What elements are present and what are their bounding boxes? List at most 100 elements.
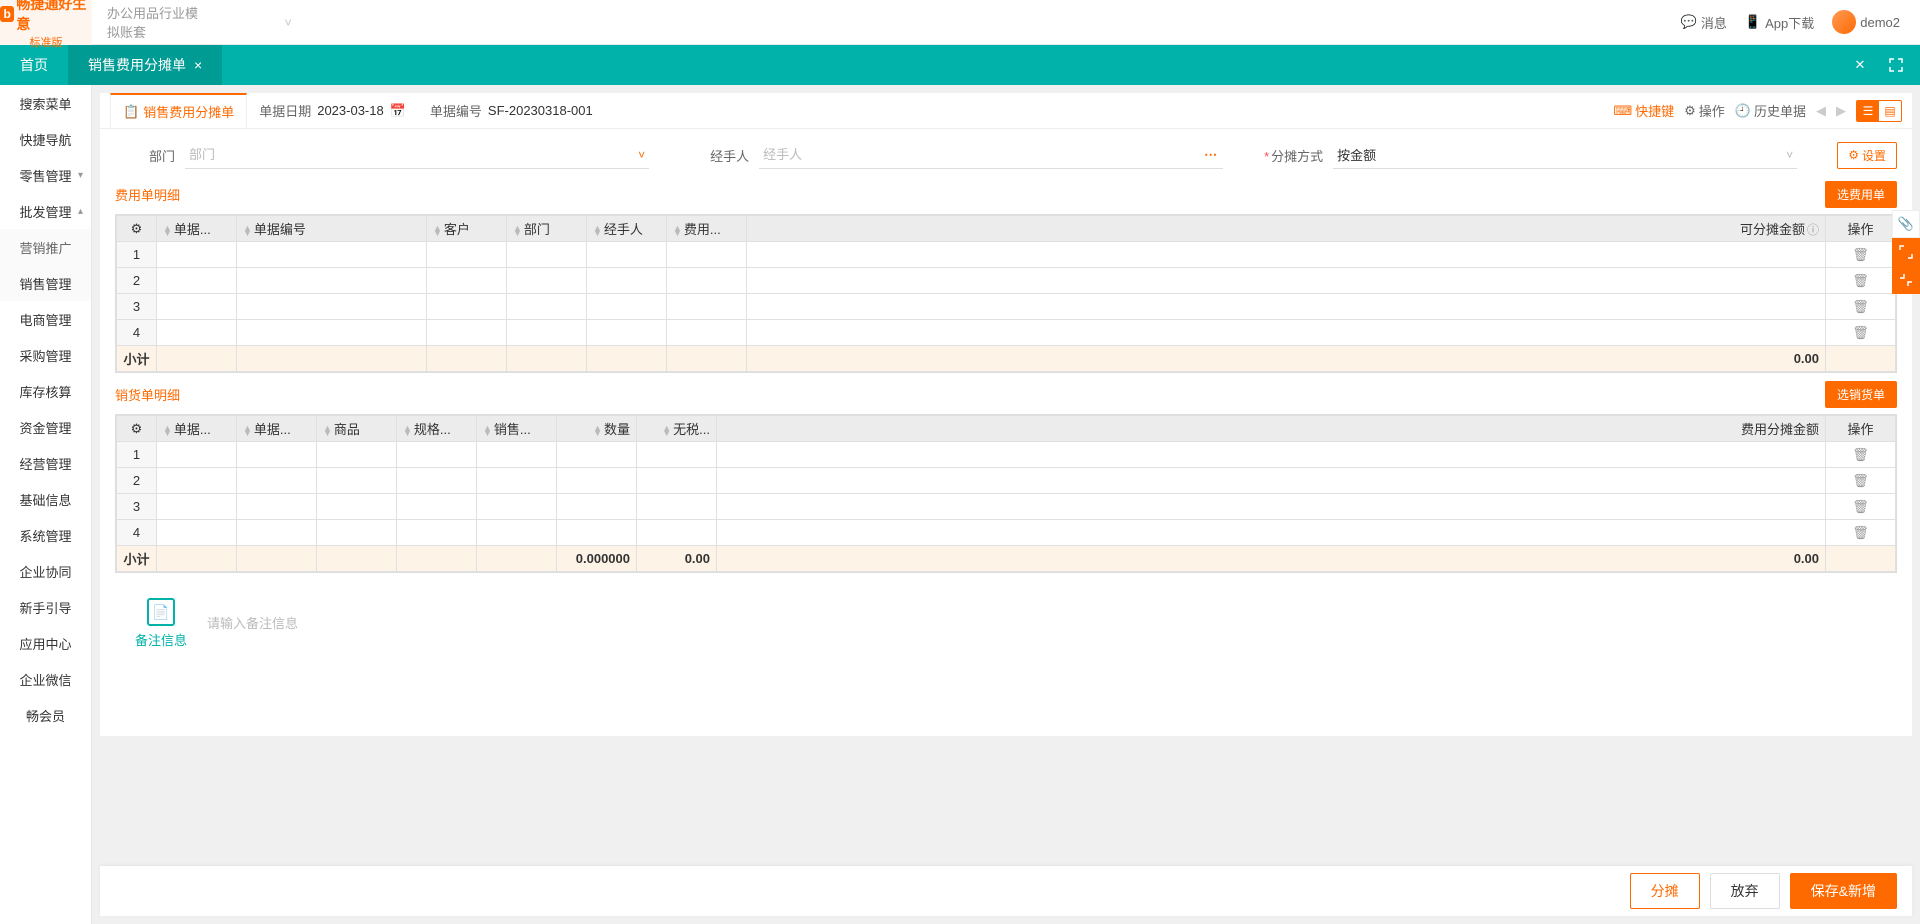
tab-sales-allocation[interactable]: 销售费用分摊单 × [68,45,222,85]
caret-up-icon: ▴ [78,206,83,217]
col-header[interactable]: ▲▼经手人 [587,216,667,242]
table-row[interactable]: 3🗑 [117,494,1896,520]
close-icon[interactable]: × [194,57,202,73]
method-label: *分摊方式 [1263,146,1333,165]
shortcut-link[interactable]: ⌨快捷键 [1613,101,1674,120]
table-row[interactable]: 2🗑 [117,468,1896,494]
sidebar-item-retail[interactable]: 零售管理▾ [0,157,91,193]
sidebar-item-member[interactable]: 畅会员 [0,697,91,733]
sidebar-item-search[interactable]: 搜索菜单 [0,85,91,121]
table-row[interactable]: 4🗑 [117,320,1896,346]
abandon-button[interactable]: 放弃 [1710,873,1780,909]
view-card-button[interactable]: ▤ [1879,101,1901,121]
account-selector[interactable]: 办公用品行业模拟账套 ˅ [92,3,292,41]
sidebar-item-appcenter[interactable]: 应用中心 [0,625,91,661]
col-header[interactable]: ▲▼规格... [397,416,477,442]
allocate-button[interactable]: 分摊 [1630,873,1700,909]
dept-input[interactable]: ˅ [185,141,649,169]
fullscreen-button[interactable] [1882,51,1910,79]
sidebar-item-finance[interactable]: 资金管理 [0,409,91,445]
user-menu[interactable]: demo2 [1832,10,1900,34]
gear-icon: ⚙ [131,421,143,436]
handler-input[interactable]: ⋯ [759,141,1223,169]
table-row[interactable]: 1🗑 [117,442,1896,468]
col-header[interactable]: 费用分摊金额 [717,416,1826,442]
settings-button[interactable]: ⚙设置 [1837,142,1897,169]
delete-icon[interactable]: 🗑 [1852,525,1869,540]
collapse-tool[interactable] [1892,266,1920,294]
delete-icon[interactable]: 🗑 [1852,325,1869,340]
col-header[interactable]: ▲▼客户 [427,216,507,242]
table-row[interactable]: 3🗑 [117,294,1896,320]
prev-icon[interactable]: ◀ [1816,103,1826,119]
messages-link[interactable]: 💬 消息 [1681,13,1727,32]
delete-icon[interactable]: 🗑 [1852,299,1869,314]
col-header[interactable]: ▲▼单据... [157,416,237,442]
gear-icon: ⚙ [1848,148,1859,162]
expand-tool[interactable] [1892,238,1920,266]
calendar-icon[interactable]: 📅 [390,103,406,119]
sidebar-item-wechat[interactable]: 企业微信 [0,661,91,697]
sales-table: ⚙ ▲▼单据... ▲▼单据... ▲▼商品 ▲▼规格... ▲▼销售... ▲… [115,414,1897,573]
sidebar-item-quicknav[interactable]: 快捷导航 [0,121,91,157]
next-icon[interactable]: ▶ [1836,103,1846,119]
method-select[interactable]: 按金额 ˅ [1333,141,1797,169]
col-header[interactable]: ▲▼无税... [637,416,717,442]
sidebar-item-inventory[interactable]: 库存核算 [0,373,91,409]
sales-section-title: 销货单明细 [115,385,180,404]
col-header[interactable]: ▲▼单据... [237,416,317,442]
column-settings[interactable]: ⚙ [117,416,157,442]
attachment-tool[interactable]: 📎 [1892,210,1920,238]
delete-icon[interactable]: 🗑 [1852,499,1869,514]
message-icon: 💬 [1681,14,1697,30]
column-settings[interactable]: ⚙ [117,216,157,242]
col-header[interactable]: ▲▼商品 [317,416,397,442]
sidebar-item-wholesale[interactable]: 批发管理▴ [0,193,91,229]
sidebar-item-guide[interactable]: 新手引导 [0,589,91,625]
col-header[interactable]: ▲▼单据编号 [237,216,427,242]
table-row[interactable]: 1🗑 [117,242,1896,268]
date-value[interactable]: 2023-03-18 [317,103,384,118]
remarks-input[interactable] [207,616,1877,631]
date-label: 单据日期 [259,101,311,120]
history-icon: 🕘 [1735,103,1751,119]
col-header[interactable]: ▲▼部门 [507,216,587,242]
delete-icon[interactable]: 🗑 [1852,473,1869,488]
close-tab-button[interactable]: ✕ [1846,51,1874,79]
mobile-icon: 📱 [1745,14,1761,30]
logo[interactable]: b畅捷通好生意 标准版 [0,0,92,45]
row-index: 1 [117,442,157,468]
table-row[interactable]: 2🗑 [117,268,1896,294]
sidebar-item-ecommerce[interactable]: 电商管理 [0,301,91,337]
view-list-button[interactable]: ☰ [1857,101,1879,121]
delete-icon[interactable]: 🗑 [1852,247,1869,262]
sidebar-item-sales[interactable]: 销售管理 [0,265,91,301]
col-header[interactable]: ▲▼费用... [667,216,747,242]
save-new-button[interactable]: 保存&新增 [1790,873,1897,909]
sidebar-item-system[interactable]: 系统管理 [0,517,91,553]
table-row[interactable]: 4🗑 [117,520,1896,546]
subtotal-qty: 0.000000 [557,546,637,572]
sidebar-item-marketing[interactable]: 营销推广 [0,229,91,265]
col-header[interactable]: 可分摊金额ⓘ [747,216,1826,242]
subtotal-notax: 0.00 [637,546,717,572]
sidebar-item-basic[interactable]: 基础信息 [0,481,91,517]
delete-icon[interactable]: 🗑 [1852,273,1869,288]
doc-title-tab: 📋 销售费用分摊单 [110,93,247,129]
app-download-link[interactable]: 📱 App下载 [1745,13,1814,32]
operation-link[interactable]: ⚙操作 [1684,101,1725,120]
history-link[interactable]: 🕘历史单据 [1735,101,1806,120]
sidebar-item-collab[interactable]: 企业协同 [0,553,91,589]
select-sales-button[interactable]: 选销货单 [1825,381,1897,408]
col-header[interactable]: ▲▼销售... [477,416,557,442]
delete-icon[interactable]: 🗑 [1852,447,1869,462]
col-header[interactable]: ▲▼单据... [157,216,237,242]
tab-home[interactable]: 首页 [0,45,68,85]
sidebar-item-operation[interactable]: 经营管理 [0,445,91,481]
subtotal-amount: 0.00 [717,546,1826,572]
chevron-down-icon: ˅ [638,148,645,162]
col-header[interactable]: ▲▼数量 [557,416,637,442]
sidebar-item-purchase[interactable]: 采购管理 [0,337,91,373]
select-expense-button[interactable]: 选费用单 [1825,181,1897,208]
sidebar: 搜索菜单 快捷导航 零售管理▾ 批发管理▴ 营销推广 销售管理 电商管理 采购管… [0,85,92,924]
